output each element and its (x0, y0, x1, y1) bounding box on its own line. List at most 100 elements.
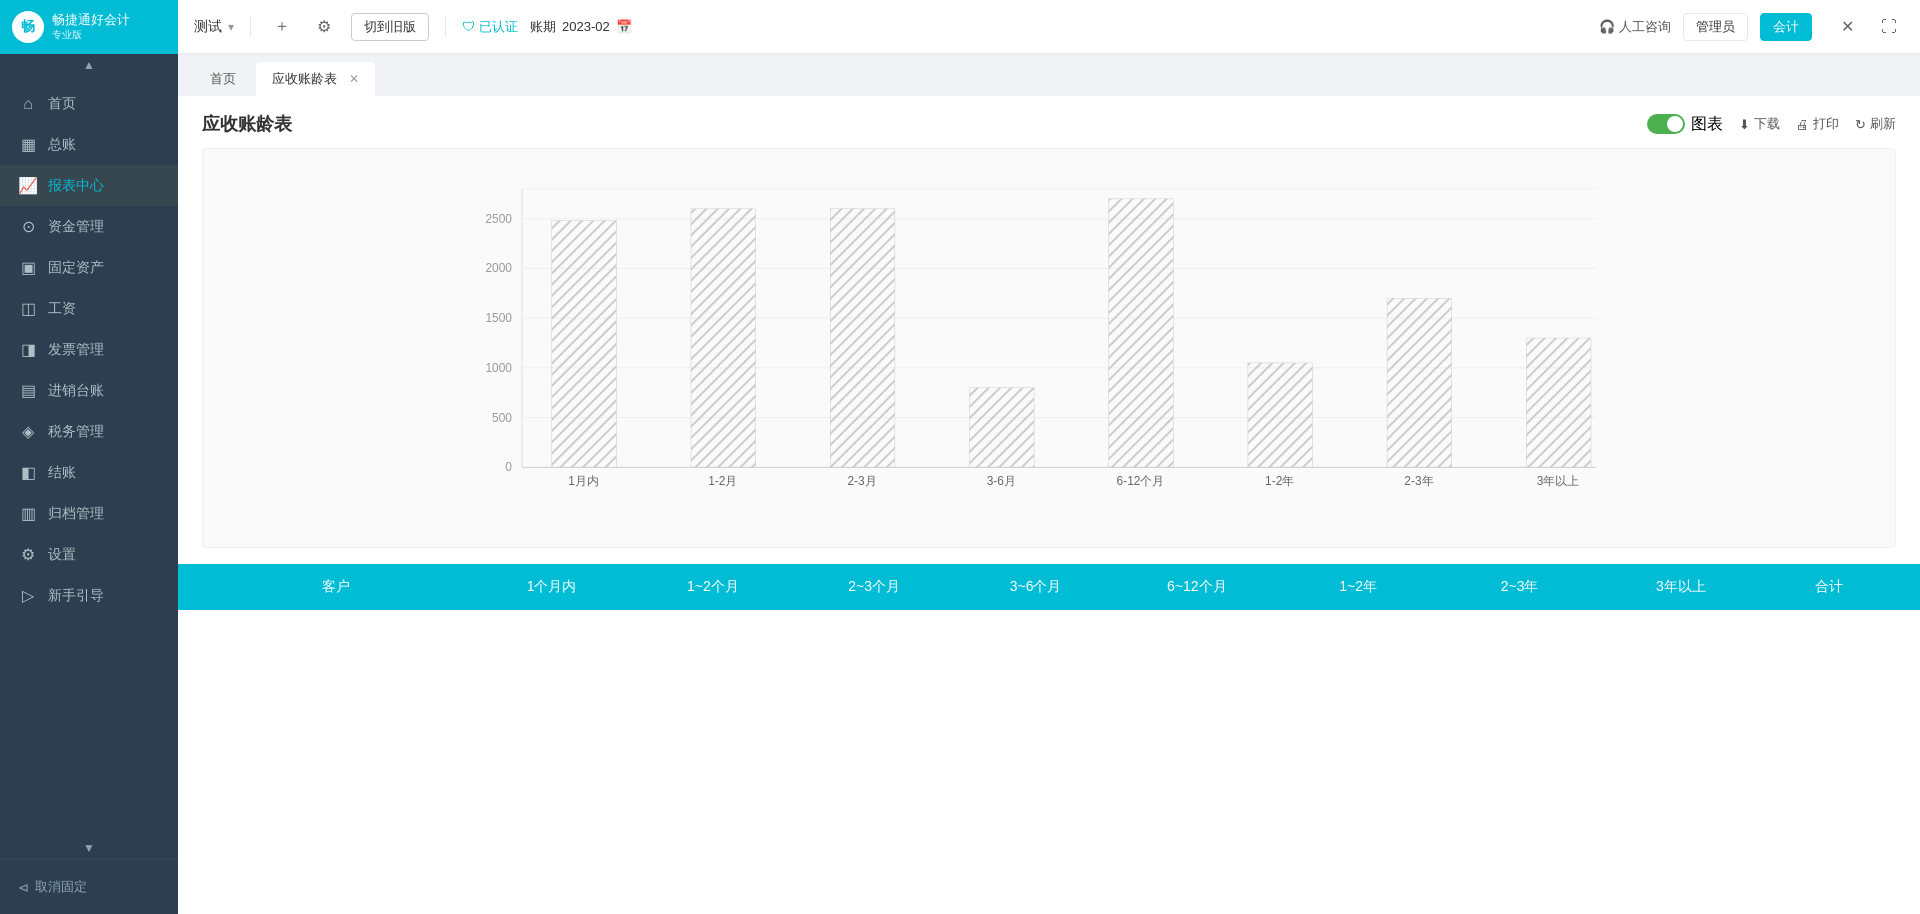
cancel-fixed-label: 取消固定 (35, 878, 87, 896)
ledger-icon: ▦ (18, 135, 38, 154)
topbar-divider-2 (445, 17, 446, 37)
content-actions: 图表 ⬇ 下载 🖨 打印 ↻ 刷新 (1647, 114, 1896, 135)
sidebar-item-home[interactable]: ⌂ 首页 (0, 84, 178, 124)
sidebar-item-label: 固定资产 (48, 259, 104, 277)
cert-label: 已认证 (479, 18, 518, 36)
assets-icon: ▣ (18, 258, 38, 277)
switch-version-btn[interactable]: 切到旧版 (351, 13, 429, 41)
sidebar-item-tax[interactable]: ◈ 税务管理 (0, 411, 178, 452)
download-btn[interactable]: ⬇ 下载 (1739, 115, 1780, 133)
svg-text:500: 500 (492, 411, 512, 425)
refresh-btn[interactable]: ↻ 刷新 (1855, 115, 1896, 133)
settings-gear-btn[interactable]: ⚙ (309, 12, 339, 42)
cert-status: 🛡 已认证 (462, 18, 518, 36)
topbar: 测试 ▾ ＋ ⚙ 切到旧版 🛡 已认证 账期 2023-02 📅 🎧 人工咨询 … (178, 0, 1920, 54)
payroll-icon: ◫ (18, 299, 38, 318)
shield-icon: 🛡 (462, 19, 475, 34)
sidebar-item-assets[interactable]: ▣ 固定资产 (0, 247, 178, 288)
tab-home-label: 首页 (210, 71, 236, 86)
bar-2-3年 (1387, 298, 1452, 467)
closing-icon: ◧ (18, 463, 38, 482)
table-col-1-2y: 1~2年 (1278, 564, 1439, 610)
svg-text:1000: 1000 (485, 361, 512, 375)
page-title: 应收账龄表 (202, 112, 292, 136)
archive-icon: ▥ (18, 504, 38, 523)
sidebar-item-reports[interactable]: 📈 报表中心 (0, 165, 178, 206)
sidebar-item-label: 报表中心 (48, 177, 104, 195)
expand-btn[interactable]: ⛶ (1874, 12, 1904, 42)
svg-text:2-3月: 2-3月 (847, 474, 876, 488)
period-label: 账期 (530, 18, 556, 36)
sidebar-item-label: 新手引导 (48, 587, 104, 605)
print-btn[interactable]: 🖨 打印 (1796, 115, 1839, 133)
sidebar-item-label: 总账 (48, 136, 76, 154)
svg-text:3-6月: 3-6月 (987, 474, 1016, 488)
content-area: 应收账龄表 图表 ⬇ 下载 🖨 打印 ↻ 刷新 (178, 96, 1920, 914)
accountant-btn[interactable]: 会计 (1760, 13, 1812, 41)
manager-btn[interactable]: 管理员 (1683, 13, 1748, 41)
download-icon: ⬇ (1739, 117, 1750, 132)
bar-1月内 (552, 221, 617, 468)
sidebar-item-payroll[interactable]: ◫ 工资 (0, 288, 178, 329)
period-value: 2023-02 (562, 19, 610, 34)
sidebar-item-label: 设置 (48, 546, 76, 564)
chart-area: 0 500 1000 1500 2000 2500 1月内 1-2月 (202, 148, 1896, 548)
home-icon: ⌂ (18, 95, 38, 113)
tabbar: 首页 应收账龄表 ✕ (178, 54, 1920, 96)
chart-toggle-label: 图表 (1691, 114, 1723, 135)
close-btn[interactable]: ✕ (1832, 12, 1862, 42)
sidebar-item-settings[interactable]: ⚙ 设置 (0, 534, 178, 575)
scroll-down-btn[interactable]: ▼ (0, 837, 178, 859)
sidebar-item-label: 结账 (48, 464, 76, 482)
tax-icon: ◈ (18, 422, 38, 441)
chart-toggle[interactable]: 图表 (1647, 114, 1723, 135)
table-col-3-6m: 3~6个月 (955, 564, 1116, 610)
bar-1-2月 (691, 209, 756, 468)
svg-text:0: 0 (505, 460, 512, 474)
table-col-3yplus: 3年以上 (1600, 564, 1761, 610)
bar-chart: 0 500 1000 1500 2000 2500 1月内 1-2月 (223, 169, 1875, 527)
add-btn[interactable]: ＋ (267, 12, 297, 42)
sidebar-nav: ⌂ 首页 ▦ 总账 📈 报表中心 ⊙ 资金管理 ▣ 固定资产 ◫ 工资 ◨ 发票… (0, 76, 178, 837)
logo-icon: 畅 (12, 11, 44, 43)
sidebar-item-invoice[interactable]: ◨ 发票管理 (0, 329, 178, 370)
invoice-icon: ◨ (18, 340, 38, 359)
calendar-icon[interactable]: 📅 (616, 19, 632, 34)
svg-text:1-2年: 1-2年 (1265, 474, 1294, 488)
project-name: 测试 (194, 18, 222, 36)
headset-icon: 🎧 (1599, 19, 1615, 34)
sidebar-item-guide[interactable]: ▷ 新手引导 (0, 575, 178, 616)
sidebar-item-label: 发票管理 (48, 341, 104, 359)
support-btn[interactable]: 🎧 人工咨询 (1599, 18, 1671, 36)
cancel-fixed-btn[interactable]: ⊲ 取消固定 (0, 870, 178, 904)
svg-text:2500: 2500 (485, 212, 512, 226)
sidebar-item-archive[interactable]: ▥ 归档管理 (0, 493, 178, 534)
print-icon: 🖨 (1796, 117, 1809, 132)
tab-home[interactable]: 首页 (194, 62, 252, 96)
sidebar-item-ledger[interactable]: ▦ 总账 (0, 124, 178, 165)
tab-aging-label: 应收账龄表 (272, 71, 337, 86)
svg-text:6-12个月: 6-12个月 (1117, 474, 1165, 488)
sidebar-item-label: 进销台账 (48, 382, 104, 400)
table-col-6-12m: 6~12个月 (1116, 564, 1277, 610)
bar-1-2年 (1248, 363, 1313, 467)
scroll-up-btn[interactable]: ▲ (0, 54, 178, 76)
project-selector[interactable]: 测试 ▾ (194, 18, 234, 36)
topbar-divider-1 (250, 17, 251, 37)
tab-close-icon[interactable]: ✕ (349, 72, 359, 86)
sidebar: 畅 畅捷通好会计 专业版 ▲ ⌂ 首页 ▦ 总账 📈 报表中心 ⊙ 资金管理 ▣… (0, 0, 178, 914)
sidebar-item-closing[interactable]: ◧ 结账 (0, 452, 178, 493)
table-col-2-3m: 2~3个月 (794, 564, 955, 610)
toggle-track[interactable] (1647, 114, 1685, 134)
svg-text:2000: 2000 (485, 261, 512, 275)
bar-3年以上 (1526, 338, 1591, 467)
sidebar-item-fund[interactable]: ⊙ 资金管理 (0, 206, 178, 247)
sidebar-item-label: 归档管理 (48, 505, 104, 523)
print-label: 打印 (1813, 115, 1839, 133)
settings-icon: ⚙ (18, 545, 38, 564)
dropdown-icon: ▾ (228, 20, 234, 34)
support-label: 人工咨询 (1619, 18, 1671, 36)
app-edition: 专业版 (52, 28, 130, 42)
tab-aging[interactable]: 应收账龄表 ✕ (256, 62, 375, 96)
sidebar-item-sales[interactable]: ▤ 进销台账 (0, 370, 178, 411)
